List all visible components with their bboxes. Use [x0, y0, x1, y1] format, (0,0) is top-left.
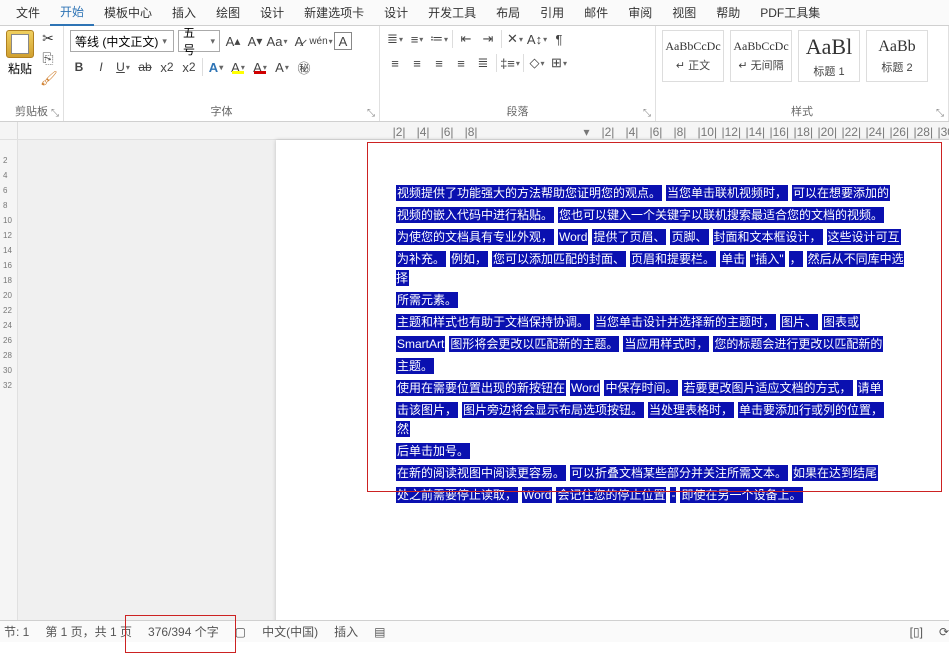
style-tile-2[interactable]: AaBl标题 1 — [798, 30, 860, 82]
paste-button[interactable]: 粘贴 — [6, 30, 34, 77]
shrink-font-icon[interactable]: A▾ — [246, 32, 264, 50]
grow-font-icon[interactable]: A▴ — [224, 32, 242, 50]
align-left-icon[interactable]: ≡ — [386, 54, 404, 72]
status-section[interactable]: 节: 1 — [4, 623, 29, 640]
style-tile-1[interactable]: AaBbCcDc↵ 无间隔 — [730, 30, 792, 82]
group-label-font: 字体 — [70, 101, 373, 119]
status-macro-icon[interactable]: ▤ — [374, 625, 385, 639]
font-color-icon[interactable]: A — [251, 58, 269, 76]
menu-文件[interactable]: 文件 — [6, 0, 50, 25]
italic-icon[interactable]: I — [92, 58, 110, 76]
style-tile-3[interactable]: AaBb标题 2 — [866, 30, 928, 82]
vertical-ruler[interactable]: 2468101214161820222426283032 — [0, 140, 18, 640]
menu-引用[interactable]: 引用 — [530, 0, 574, 25]
group-paragraph: ≣ ≡ ≔ ⇤ ⇥ ✕ A↕ ¶ ≡ ≡ ≡ ≡ ≣ ‡≡ ◇ — [380, 26, 656, 121]
menu-模板中心[interactable]: 模板中心 — [94, 0, 162, 25]
display-settings-icon[interactable]: ⟳ — [939, 625, 949, 639]
menu-绘图[interactable]: 绘图 — [206, 0, 250, 25]
menu-审阅[interactable]: 审阅 — [618, 0, 662, 25]
focus-mode-icon[interactable]: [▯] — [910, 625, 923, 639]
indent-dec-icon[interactable]: ⇤ — [457, 30, 475, 48]
align-distribute-icon[interactable]: ≣ — [474, 54, 492, 72]
show-marks-icon[interactable]: ¶ — [550, 30, 568, 48]
align-right-icon[interactable]: ≡ — [430, 54, 448, 72]
ribbon: 粘贴 ✂ ⎘ 🖌 剪贴板 ⤡ 等线 (中文正文)▾ 五号▾ A▴ A▾ Aa A… — [0, 26, 949, 122]
workarea: 2468101214161820222426283032 视频提供了功能强大的方… — [0, 140, 949, 640]
align-center-icon[interactable]: ≡ — [408, 54, 426, 72]
borders-icon[interactable]: ⊞ — [550, 54, 568, 72]
font-size-combo[interactable]: 五号▾ — [178, 30, 220, 52]
strike-icon[interactable]: ab — [136, 58, 154, 76]
bullets-icon[interactable]: ≣ — [386, 30, 404, 48]
status-proofing-icon[interactable]: ▢ — [235, 625, 246, 639]
cut-icon[interactable]: ✂ — [40, 30, 56, 46]
page[interactable]: 视频提供了功能强大的方法帮助您证明您的观点。当您单击联机视频时，可以在想要添加的… — [276, 140, 949, 634]
menu-帮助[interactable]: 帮助 — [706, 0, 750, 25]
paragraph-dialog-launcher[interactable]: ⤡ — [643, 109, 653, 119]
paste-icon — [6, 30, 34, 58]
group-font: 等线 (中文正文)▾ 五号▾ A▴ A▾ Aa A̷ wén A B I U a… — [64, 26, 380, 121]
status-insert-mode[interactable]: 插入 — [334, 623, 358, 640]
group-label-clipboard: 剪贴板 — [6, 101, 57, 119]
selected-text[interactable]: 视频提供了功能强大的方法帮助您证明您的观点。当您单击联机视频时，可以在想要添加的… — [396, 184, 906, 508]
style-tile-0[interactable]: AaBbCcDc↵ 正文 — [662, 30, 724, 82]
menu-开始[interactable]: 开始 — [50, 0, 94, 26]
horizontal-ruler[interactable]: |8||6||4||2| |2||4||6||8||10||12||14||16… — [0, 122, 949, 140]
align-justify-icon[interactable]: ≡ — [452, 54, 470, 72]
status-language[interactable]: 中文(中国) — [262, 623, 318, 640]
group-clipboard: 粘贴 ✂ ⎘ 🖌 剪贴板 ⤡ — [0, 26, 64, 121]
menu-布局[interactable]: 布局 — [486, 0, 530, 25]
shading-icon[interactable]: ◇ — [528, 54, 546, 72]
indent-inc-icon[interactable]: ⇥ — [479, 30, 497, 48]
asian-layout-icon[interactable]: ✕ — [506, 30, 524, 48]
menu-设计[interactable]: 设计 — [250, 0, 294, 25]
char-border-icon[interactable]: A — [334, 32, 352, 50]
copy-icon[interactable]: ⎘ — [40, 50, 56, 66]
font-family-combo[interactable]: 等线 (中文正文)▾ — [70, 30, 174, 52]
char-shading-icon[interactable]: A — [273, 58, 291, 76]
sort-icon[interactable]: A↕ — [528, 30, 546, 48]
superscript-icon[interactable]: x2 — [180, 58, 198, 76]
change-case-icon[interactable]: Aa — [268, 32, 286, 50]
group-styles: AaBbCcDc↵ 正文AaBbCcDc↵ 无间隔AaBl标题 1AaBb标题 … — [656, 26, 949, 121]
paste-label: 粘贴 — [8, 60, 32, 77]
subscript-icon[interactable]: x2 — [158, 58, 176, 76]
font-dialog-launcher[interactable]: ⤡ — [367, 109, 377, 119]
underline-icon[interactable]: U — [114, 58, 132, 76]
menu-开发工具[interactable]: 开发工具 — [418, 0, 486, 25]
menu-插入[interactable]: 插入 — [162, 0, 206, 25]
highlight-icon[interactable]: A — [229, 58, 247, 76]
menu-PDF工具集[interactable]: PDF工具集 — [750, 0, 830, 25]
menu-新建选项卡[interactable]: 新建选项卡 — [294, 0, 374, 25]
document-canvas[interactable]: 视频提供了功能强大的方法帮助您证明您的观点。当您单击联机视频时，可以在想要添加的… — [18, 140, 949, 640]
styles-gallery[interactable]: AaBbCcDc↵ 正文AaBbCcDc↵ 无间隔AaBl标题 1AaBb标题 … — [662, 30, 942, 82]
styles-dialog-launcher[interactable]: ⤡ — [936, 109, 946, 119]
multilevel-icon[interactable]: ≔ — [430, 30, 448, 48]
group-label-paragraph: 段落 — [386, 101, 649, 119]
bold-icon[interactable]: B — [70, 58, 88, 76]
phonetic-icon[interactable]: wén — [312, 32, 330, 50]
text-effects-icon[interactable]: A — [207, 58, 225, 76]
group-label-styles: 样式 — [662, 101, 942, 119]
status-bar: 节: 1 第 1 页，共 1 页 376/394 个字 ▢ 中文(中国) 插入 … — [0, 620, 949, 642]
numbering-icon[interactable]: ≡ — [408, 30, 426, 48]
enclose-char-icon[interactable]: ㊙ — [295, 58, 313, 76]
clipboard-dialog-launcher[interactable]: ⤡ — [51, 109, 61, 119]
menu-视图[interactable]: 视图 — [662, 0, 706, 25]
menu-设计[interactable]: 设计 — [374, 0, 418, 25]
status-word-count[interactable]: 376/394 个字 — [148, 623, 219, 640]
status-page[interactable]: 第 1 页，共 1 页 — [45, 623, 132, 640]
format-painter-icon[interactable]: 🖌 — [40, 70, 56, 86]
menu-邮件[interactable]: 邮件 — [574, 0, 618, 25]
clear-format-icon[interactable]: A̷ — [290, 32, 308, 50]
line-spacing-icon[interactable]: ‡≡ — [501, 54, 519, 72]
menu-bar: 文件开始模板中心插入绘图设计新建选项卡设计开发工具布局引用邮件审阅视图帮助PDF… — [0, 0, 949, 26]
